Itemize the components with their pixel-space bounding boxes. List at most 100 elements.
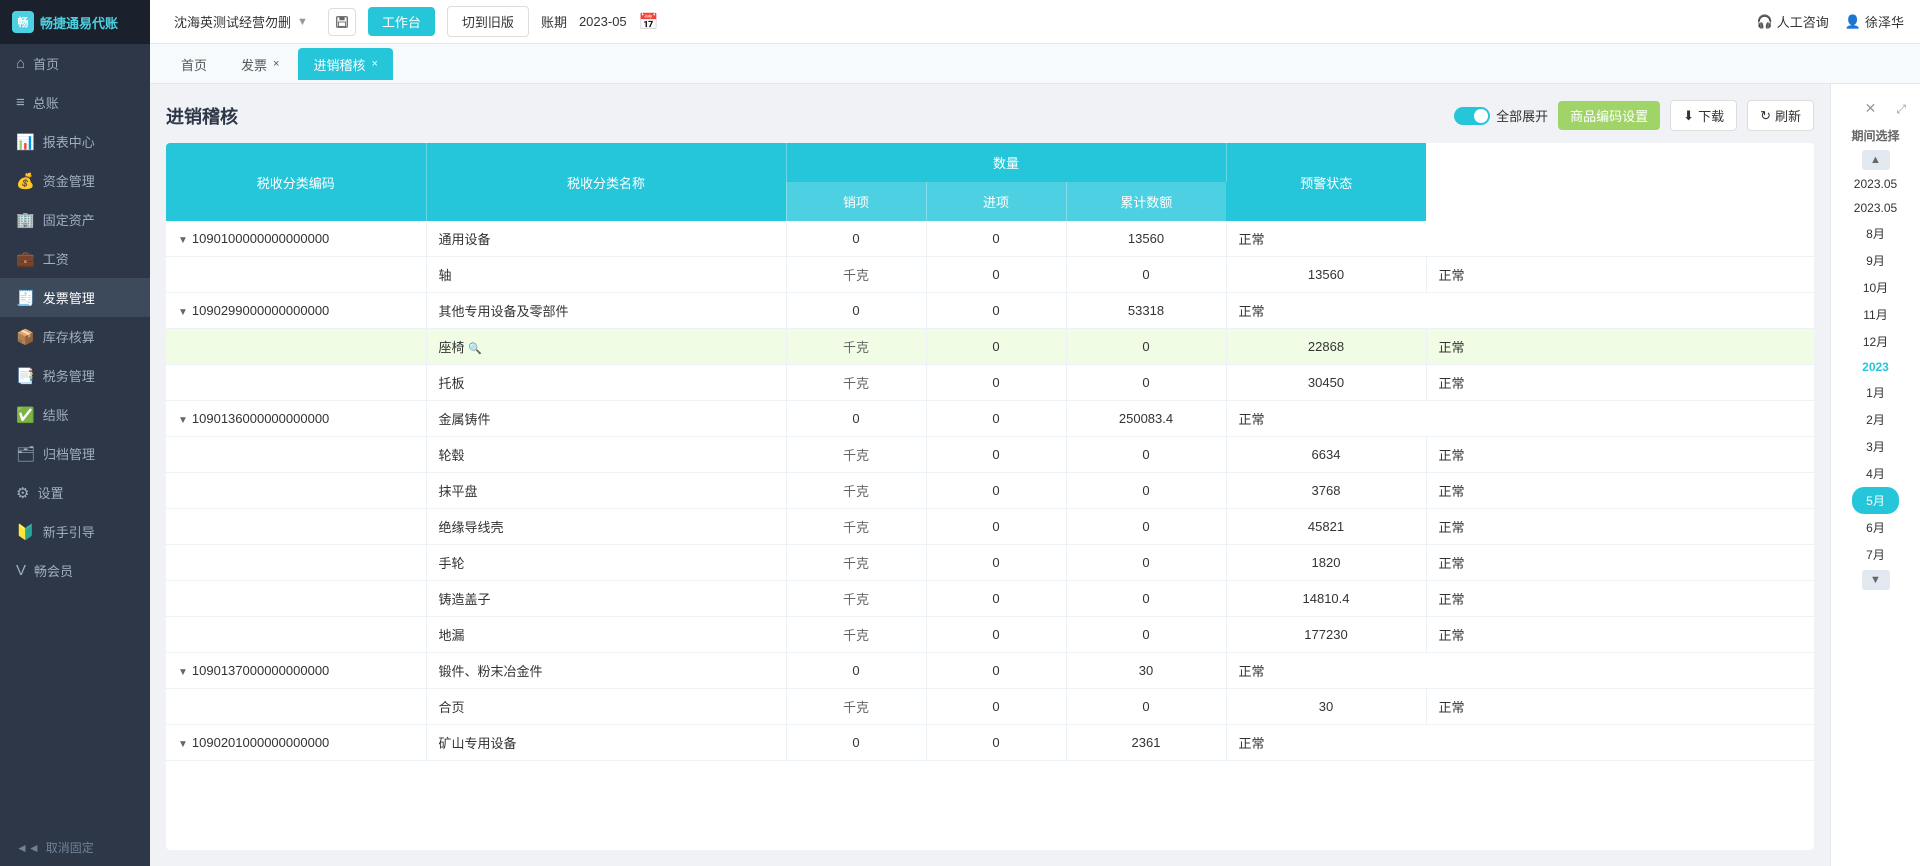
download-button[interactable]: ⬇ 下载 [1670, 100, 1737, 131]
period-month-item[interactable]: 11月 [1846, 301, 1905, 328]
sidebar-item-label: 结账 [43, 405, 69, 424]
th-sale: 销项 [786, 182, 926, 221]
cell-total: 1820 [1226, 545, 1426, 581]
cell-total: 53318 [1066, 293, 1226, 329]
sidebar-item-label: 税务管理 [43, 366, 95, 385]
app-logo: 畅 畅捷通易代账 [0, 0, 150, 44]
sidebar-item-archive[interactable]: 🗂 归档管理 [0, 434, 150, 473]
product-code-button[interactable]: 商品编码设置 [1558, 101, 1660, 130]
cell-code [166, 509, 426, 545]
cell-unit: 千克 [786, 437, 926, 473]
sidebar-item-settle[interactable]: ✅ 结账 [0, 395, 150, 434]
sidebar-item-member[interactable]: V 畅会员 [0, 551, 150, 590]
period-month-item[interactable]: 12月 [1846, 328, 1905, 355]
period-month-item[interactable]: 5月 [1852, 487, 1899, 514]
company-name: 沈海英测试经营勿删 [174, 12, 291, 31]
table-row: 托板千克0030450正常 [166, 365, 1814, 401]
cell-total: 6634 [1226, 437, 1426, 473]
period-month-item[interactable]: 7月 [1846, 541, 1905, 568]
cell-name: 其他专用设备及零部件 [426, 293, 786, 329]
expand-toggle[interactable]: 全部展开 [1454, 106, 1548, 125]
cell-unit: 千克 [786, 581, 926, 617]
panel-close-button[interactable]: ✕ [1857, 96, 1885, 121]
workbench-button[interactable]: 工作台 [368, 7, 435, 36]
sidebar-item-label: 畅会员 [34, 561, 73, 580]
calendar-icon[interactable]: 📅 [639, 12, 659, 32]
tab-check[interactable]: 进销稽核 × [298, 48, 392, 80]
sidebar-item-home[interactable]: ⌂ 首页 [0, 44, 150, 83]
period-month-item[interactable]: 2月 [1846, 406, 1905, 433]
save-draft-button[interactable] [328, 8, 356, 36]
sidebar-item-fixed[interactable]: 🏢 固定资产 [0, 200, 150, 239]
cell-total: 30 [1066, 653, 1226, 689]
tab-invoice[interactable]: 发票 × [226, 48, 294, 80]
th-tax-name: 税收分类名称 [426, 143, 786, 221]
table-row: 地漏千克00177230正常 [166, 617, 1814, 653]
cell-code: ▼1090100000000000000 [166, 221, 426, 257]
tab-home[interactable]: 首页 [166, 48, 222, 80]
sidebar-item-inventory[interactable]: 📦 库存核算 [0, 317, 150, 356]
sidebar-item-label: 归档管理 [43, 444, 95, 463]
company-selector[interactable]: 沈海英测试经营勿删 ▼ [166, 8, 316, 35]
support-button[interactable]: 🎧 人工咨询 [1757, 12, 1829, 31]
user-profile[interactable]: 👤 徐泽华 [1845, 12, 1904, 31]
cell-status: 正常 [1426, 437, 1814, 473]
period-month-item[interactable]: 8月 [1846, 220, 1905, 247]
period-month-item[interactable]: 6月 [1846, 514, 1905, 541]
period-month-item[interactable]: 2023.05 [1846, 196, 1905, 220]
period-month-item[interactable]: 10月 [1846, 274, 1905, 301]
table-row: ▼1090137000000000000 锻件、粉末冶金件 0 0 30 正常 [166, 653, 1814, 689]
fixed-icon: 🏢 [16, 211, 35, 229]
sidebar-item-invoice[interactable]: 🧾 发票管理 [0, 278, 150, 317]
inventory-icon: 📦 [16, 328, 35, 346]
sidebar-item-tax[interactable]: 📑 税务管理 [0, 356, 150, 395]
toggle-switch[interactable] [1454, 107, 1490, 125]
period-month-item[interactable]: 9月 [1846, 247, 1905, 274]
cell-name: 铸造盖子 [426, 581, 786, 617]
period-months-list: 2023.052023.058月9月10月11月12月20231月2月3月4月5… [1846, 172, 1905, 568]
sidebar-item-salary[interactable]: 💼 工资 [0, 239, 150, 278]
period-month-item[interactable]: 1月 [1846, 379, 1905, 406]
pin-icon: ◄◄ [16, 841, 40, 855]
sidebar-item-settings[interactable]: ⚙ 设置 [0, 473, 150, 512]
cell-unit: 千克 [786, 257, 926, 293]
period-month-item[interactable]: 3月 [1846, 433, 1905, 460]
cell-total: 45821 [1226, 509, 1426, 545]
period-scroll-down[interactable]: ▼ [1862, 570, 1890, 590]
cell-name: 轴 [426, 257, 786, 293]
period-month-item[interactable]: 2023.05 [1846, 172, 1905, 196]
switch-version-button[interactable]: 切到旧版 [447, 6, 529, 37]
cell-name: 座椅 🔍 [426, 329, 786, 365]
table-row: ▼1090136000000000000 金属铸件 0 0 250083.4 正… [166, 401, 1814, 437]
sidebar-item-label: 报表中心 [43, 132, 95, 151]
cell-unit: 千克 [786, 689, 926, 725]
chevron-down-icon: ▼ [297, 16, 308, 28]
cell-purchase: 0 [1066, 329, 1226, 365]
cell-code: ▼1090201000000000000 [166, 725, 426, 761]
cell-sale: 0 [786, 653, 926, 689]
tab-invoice-close[interactable]: × [273, 58, 279, 70]
tax-icon: 📑 [16, 367, 35, 385]
table-row: 绝缘导线壳千克0045821正常 [166, 509, 1814, 545]
sidebar-item-reports[interactable]: 📊 报表中心 [0, 122, 150, 161]
period-value: 2023-05 [579, 14, 627, 29]
refresh-button[interactable]: ↻ 刷新 [1747, 100, 1814, 131]
sidebar-item-capital[interactable]: 💰 资金管理 [0, 161, 150, 200]
period-scroll-up[interactable]: ▲ [1862, 150, 1890, 170]
period-month-item[interactable]: 4月 [1846, 460, 1905, 487]
cell-sale: 0 [926, 581, 1066, 617]
cell-code [166, 365, 426, 401]
cell-name: 托板 [426, 365, 786, 401]
sidebar-item-ledger[interactable]: ≡ 总账 [0, 83, 150, 122]
home-icon: ⌂ [16, 55, 25, 72]
cell-unit: 千克 [786, 509, 926, 545]
sidebar-item-guide[interactable]: 🔰 新手引导 [0, 512, 150, 551]
table-header-row: 税收分类编码 税收分类名称 数量 预警状态 [166, 143, 1814, 182]
panel-expand-button[interactable]: ⤢ [1888, 98, 1914, 121]
pin-toggle[interactable]: ◄◄ 取消固定 [0, 829, 150, 866]
sidebar-item-label: 首页 [33, 54, 59, 73]
table-row: 手轮千克001820正常 [166, 545, 1814, 581]
tab-check-close[interactable]: × [371, 58, 377, 70]
cell-name: 合页 [426, 689, 786, 725]
data-table-wrap[interactable]: 税收分类编码 税收分类名称 数量 预警状态 销项 进项 累计数额 ▼10 [166, 143, 1814, 850]
